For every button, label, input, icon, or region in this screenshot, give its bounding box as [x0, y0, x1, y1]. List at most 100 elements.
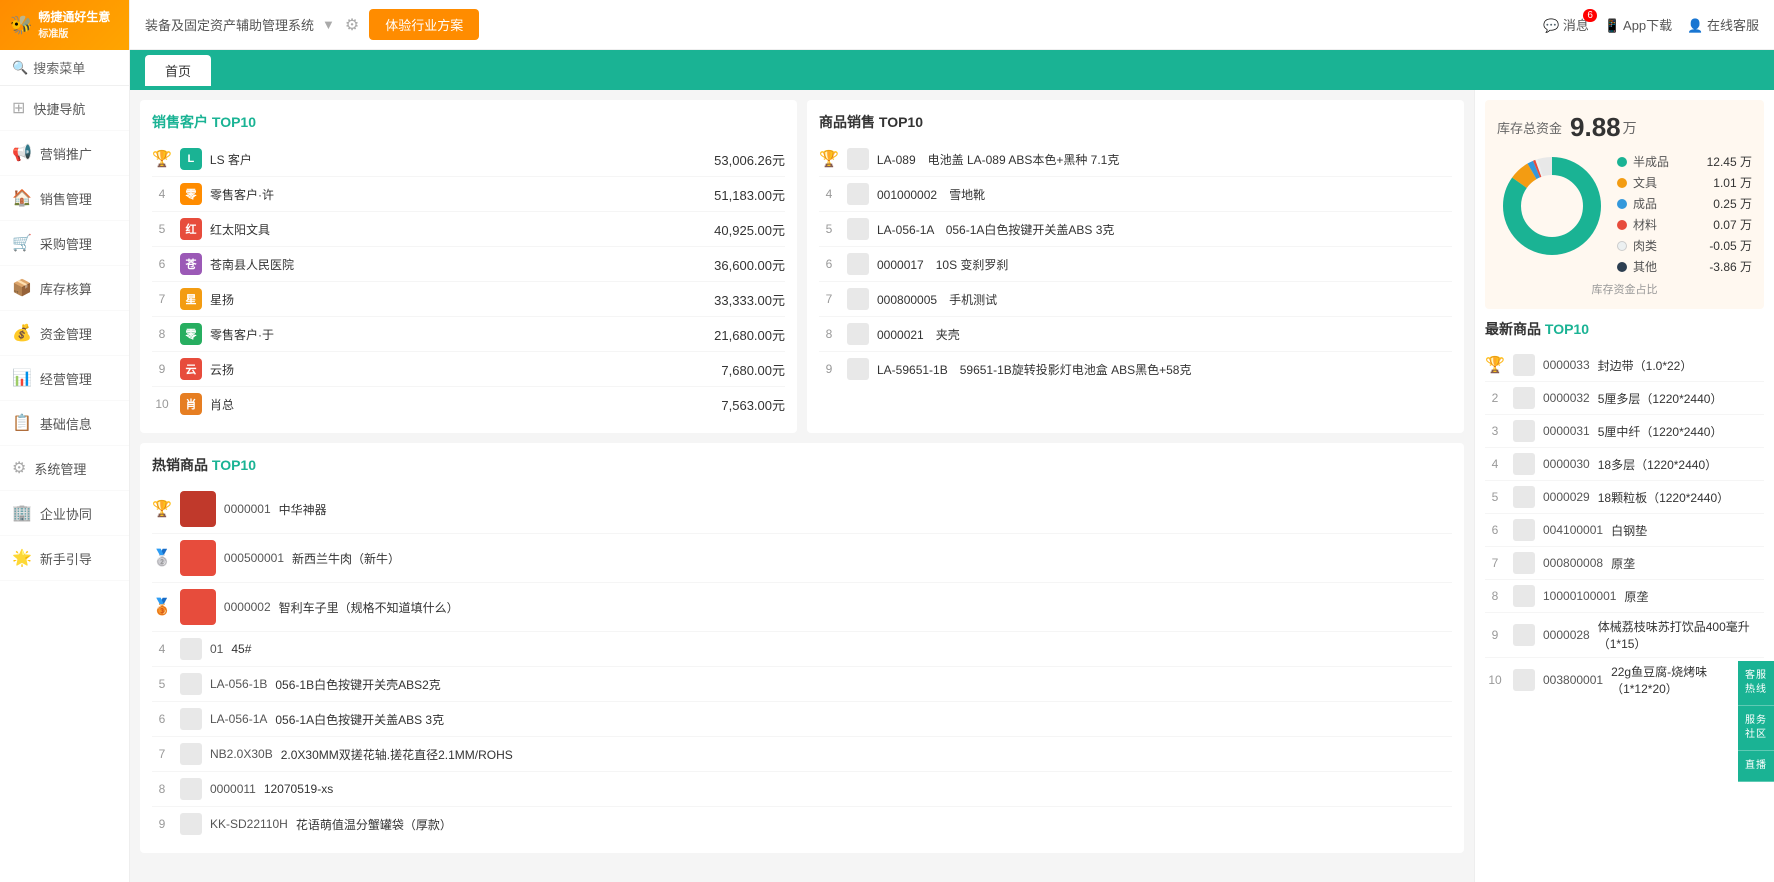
legend-dot — [1617, 220, 1627, 230]
sidebar-item-base[interactable]: 📋 基础信息 — [0, 401, 129, 446]
rank-number: 9 — [1485, 628, 1505, 642]
customer-rank-row-6: 8 零 零售客户·于 21,680.00元 — [152, 317, 785, 352]
enterprise-icon: 🏢 — [12, 503, 32, 523]
sidebar-item-guide[interactable]: 🌟 新手引导 — [0, 536, 129, 581]
rank-number: 8 — [1485, 589, 1505, 603]
legend-dot — [1617, 178, 1627, 188]
latest-product-row-3: 3 0000031 5厘中纤（1220*2440） — [1485, 415, 1764, 448]
sidebar-item-label: 企业协同 — [40, 504, 92, 523]
rank-number: 6 — [1485, 523, 1505, 537]
sidebar-item-quick-nav[interactable]: ⊞ 快捷导航 — [0, 86, 129, 131]
lp-name: 5厘中纤（1220*2440） — [1598, 423, 1764, 440]
customer-rank-row-4: 6 苍 苍南县人民医院 36,600.00元 — [152, 247, 785, 282]
customer-amount: 7,563.00元 — [721, 395, 785, 414]
product-info: LA-056-1A 056-1A白色按键开关盖ABS 3克 — [877, 221, 1452, 238]
sidebar: 🐝 畅捷通好生意 标准版 🔍 搜索菜单 ⊞ 快捷导航 📢 营销推广 🏠 销售管理… — [0, 0, 130, 882]
app-download[interactable]: 📱 App下载 — [1604, 15, 1672, 34]
lp-code: 0000029 — [1543, 490, 1590, 504]
lp-code: 004100001 — [1543, 523, 1603, 537]
lp-img — [1513, 420, 1535, 442]
customer-amount: 7,680.00元 — [721, 360, 785, 379]
hot-product-code: 0000002 — [224, 600, 271, 614]
service-community-button[interactable]: 服务社区 — [1738, 706, 1774, 751]
hot-product-row-6: 6 LA-056-1A 056-1A白色按键开关盖ABS 3克 — [152, 702, 1452, 737]
trial-button[interactable]: 体验行业方案 — [369, 9, 479, 40]
rank-number: 7 — [152, 747, 172, 761]
latest-products-list: 🏆 0000033 封边带（1.0*22） 2 0000032 5厘多层（122… — [1485, 349, 1764, 702]
hot-product-name: 新西兰牛肉（新牛） — [292, 550, 1452, 567]
quick-nav-icon: ⊞ — [12, 98, 25, 118]
lp-img — [1513, 453, 1535, 475]
logo-icon: 🐝 — [10, 15, 32, 36]
rank-number: 6 — [819, 257, 839, 271]
legend-dot — [1617, 241, 1627, 251]
lp-code: 0000031 — [1543, 424, 1590, 438]
latest-product-row-6: 6 004100001 白钢垫 — [1485, 514, 1764, 547]
legend-item-2: 文具 1.01 万 — [1617, 172, 1752, 193]
hot-product-name: 花语萌值温分蟹罐袋（厚款） — [296, 816, 1452, 833]
lp-code: 0000032 — [1543, 391, 1590, 405]
online-service[interactable]: 👤 在线客服 — [1687, 15, 1759, 34]
system-icon: ⚙ — [12, 458, 26, 478]
float-buttons: 客服热线 服务社区 直播 — [1738, 661, 1774, 782]
rank-number: 4 — [819, 187, 839, 201]
sidebar-item-finance[interactable]: 💰 资金管理 — [0, 311, 129, 356]
hot-product-img — [180, 638, 202, 660]
rank-number: 7 — [1485, 556, 1505, 570]
tab-home[interactable]: 首页 — [145, 55, 211, 86]
customer-badge: L — [180, 148, 202, 170]
product-rank-row-3: 5 LA-056-1A 056-1A白色按键开关盖ABS 3克 — [819, 212, 1452, 247]
latest-product-row-8: 8 10000100001 原垄 — [1485, 580, 1764, 613]
sidebar-item-marketing[interactable]: 📢 营销推广 — [0, 131, 129, 176]
float-btn-label: 直播 — [1742, 759, 1770, 773]
medal-icon: 🏆 — [152, 499, 172, 519]
rank-number: 8 — [152, 782, 172, 796]
settings-icon[interactable]: ⚙ — [345, 15, 359, 35]
latest-product-row-2: 2 0000032 5厘多层（1220*2440） — [1485, 382, 1764, 415]
sidebar-item-inventory[interactable]: 📦 库存核算 — [0, 266, 129, 311]
logo-title: 畅捷通好生意 — [38, 10, 110, 24]
sidebar-item-sales[interactable]: 🏠 销售管理 — [0, 176, 129, 221]
lp-name: 体械荔枝味苏打饮品400毫升（1*15） — [1598, 618, 1764, 652]
search-menu[interactable]: 🔍 搜索菜单 — [0, 50, 129, 86]
medal-icon: 🏆 — [152, 149, 172, 169]
inventory-amount: 9.88 — [1570, 112, 1621, 143]
customer-amount: 53,006.26元 — [714, 150, 785, 169]
customer-name: LS 客户 — [210, 151, 706, 168]
customer-ranking-card: 销售客户 TOP10 🏆 L LS 客户 53,006.26元 4 零 零售客户 — [140, 100, 797, 433]
lp-img — [1513, 585, 1535, 607]
hot-product-img — [180, 743, 202, 765]
sidebar-item-enterprise[interactable]: 🏢 企业协同 — [0, 491, 129, 536]
guide-icon: 🌟 — [12, 548, 32, 568]
rank-number: 5 — [819, 222, 839, 236]
live-button[interactable]: 直播 — [1738, 751, 1774, 782]
sidebar-item-purchase[interactable]: 🛒 采购管理 — [0, 221, 129, 266]
sidebar-item-label: 库存核算 — [40, 279, 92, 298]
customer-name: 零售客户·许 — [210, 186, 706, 203]
inventory-sub-label: 库存资金占比 — [1497, 281, 1752, 297]
hot-product-code: LA-056-1A — [210, 712, 267, 726]
hot-product-code: 0000011 — [210, 782, 256, 796]
customer-rank-row-1: 🏆 L LS 客户 53,006.26元 — [152, 142, 785, 177]
customer-amount: 40,925.00元 — [714, 220, 785, 239]
product-info: 000800005 手机测试 — [877, 291, 1452, 308]
rank-number: 9 — [152, 362, 172, 376]
hot-product-row-9: 9 KK-SD22110H 花语萌值温分蟹罐袋（厚款） — [152, 807, 1452, 841]
lp-img — [1513, 486, 1535, 508]
sidebar-item-operation[interactable]: 📊 经营管理 — [0, 356, 129, 401]
service-icon: 👤 — [1687, 18, 1707, 33]
customer-amount: 21,680.00元 — [714, 325, 785, 344]
product-info: LA-59651-1B 59651-1B旋转投影灯电池盒 ABS黑色+58克 — [877, 361, 1452, 378]
customer-badge: 红 — [180, 218, 202, 240]
customer-service-button[interactable]: 客服热线 — [1738, 661, 1774, 706]
legend-item-3: 成品 0.25 万 — [1617, 193, 1752, 214]
customer-amount: 33,333.00元 — [714, 290, 785, 309]
product-img — [847, 358, 869, 380]
main-area: 装备及固定资产辅助管理系统 ▼ ⚙ 体验行业方案 💬 消息 6 📱 App下载 … — [130, 0, 1774, 882]
hot-product-row-7: 7 NB2.0X30B 2.0X30MM双搓花轴.搓花直径2.1MM/ROHS — [152, 737, 1452, 772]
lp-img — [1513, 354, 1535, 376]
sidebar-item-system[interactable]: ⚙ 系统管理 — [0, 446, 129, 491]
message-badge[interactable]: 💬 消息 6 — [1543, 15, 1589, 34]
system-selector[interactable]: 装备及固定资产辅助管理系统 ▼ — [145, 15, 335, 34]
product-img — [847, 218, 869, 240]
